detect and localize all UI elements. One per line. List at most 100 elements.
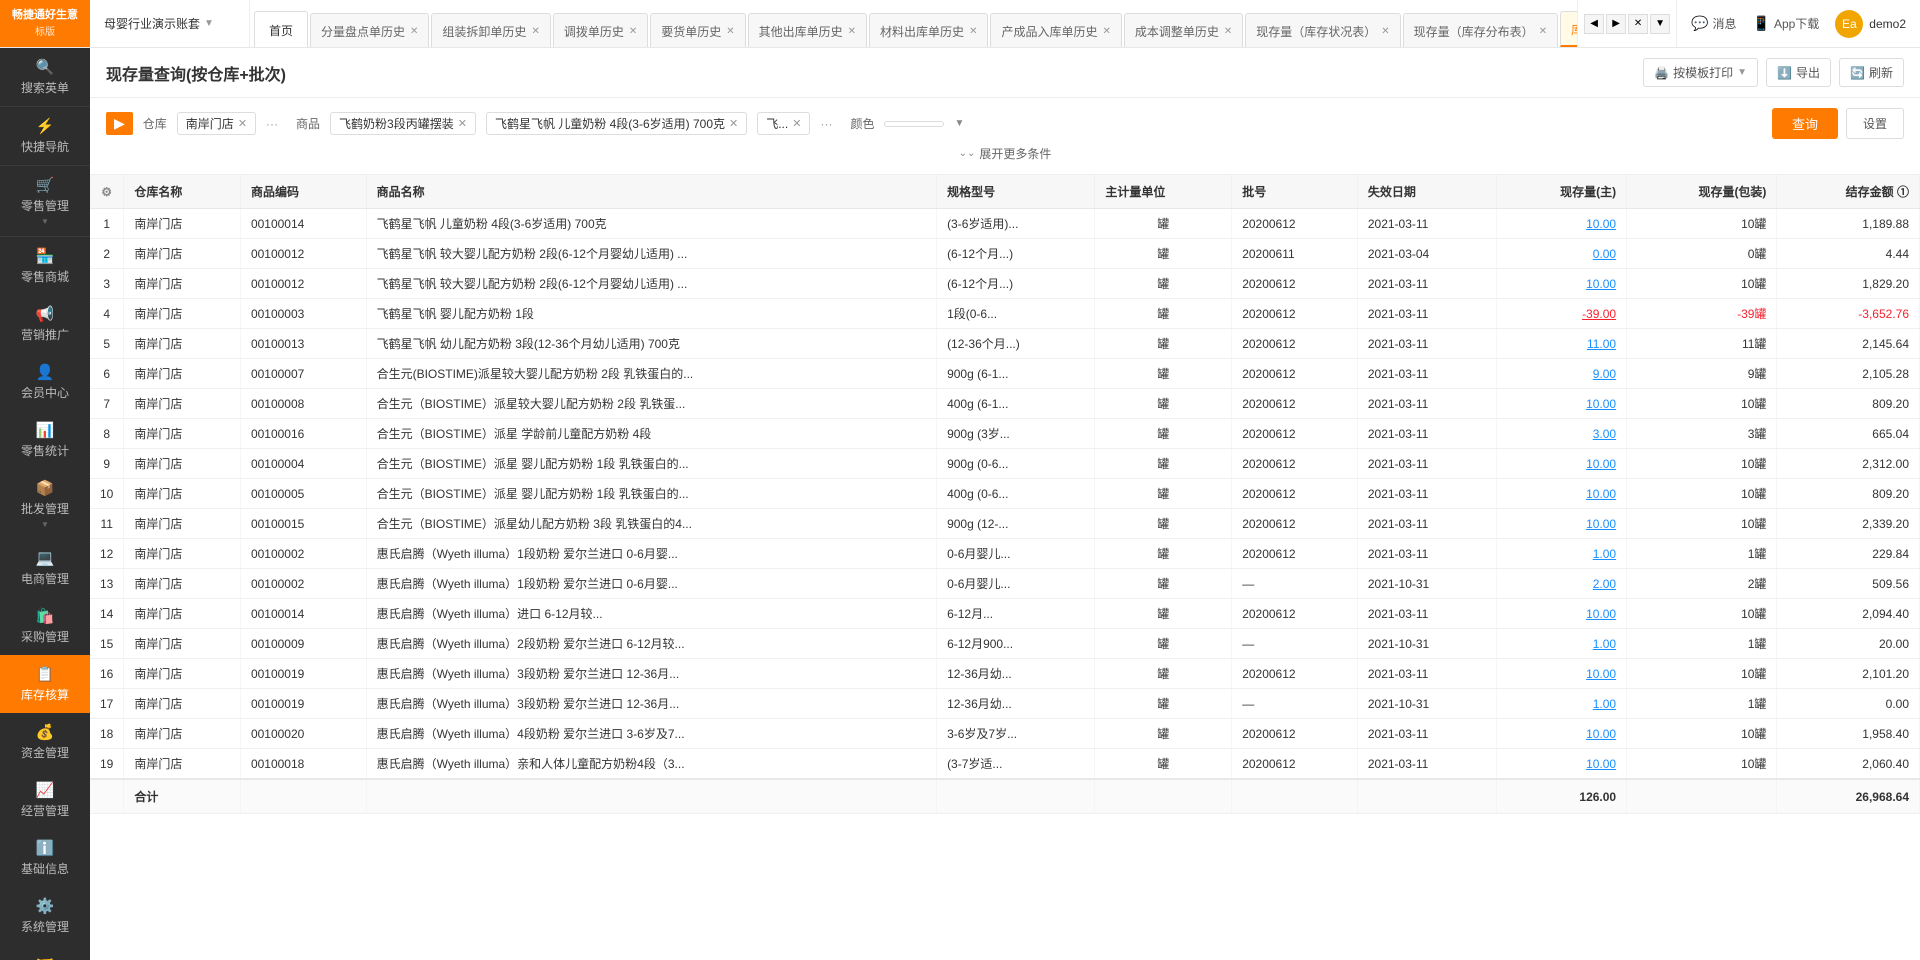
product-tag-1[interactable]: 飞鹤奶粉3段丙罐摆装 ✕ <box>330 112 476 135</box>
settings-icon[interactable]: ⚙ <box>101 185 112 199</box>
cell-unit: 罐 <box>1095 329 1232 359</box>
col-warehouse: 仓库名称 <box>124 175 241 209</box>
tab-cailiao[interactable]: 材料出库单历史 ✕ <box>869 13 988 47</box>
sidebar-item-operations[interactable]: 📈 经营管理 <box>0 771 90 829</box>
sidebar-item-finance[interactable]: 💰 资金管理 <box>0 713 90 771</box>
remove-icon[interactable]: ✕ <box>729 117 738 130</box>
refresh-btn[interactable]: 🔄 刷新 <box>1839 58 1904 87</box>
sidebar-item-basicinfo[interactable]: ℹ️ 基础信息 <box>0 829 90 887</box>
sidebar-item-member[interactable]: 👤 会员中心 <box>0 353 90 411</box>
remove-icon[interactable]: ✕ <box>458 117 467 130</box>
cell-expire: 2021-03-11 <box>1357 209 1496 239</box>
sidebar-item-sysadmin[interactable]: ⚙️ 系统管理 <box>0 887 90 945</box>
cell-qty-main[interactable]: 10.00 <box>1497 209 1627 239</box>
tab-scroll-right[interactable]: ▶ <box>1606 14 1626 34</box>
cell-spec: 1段(0-6... <box>937 299 1095 329</box>
template-print-btn[interactable]: 🖨️ 按模板打印 ▼ <box>1643 58 1758 87</box>
product-tag-3[interactable]: 飞... ✕ <box>757 112 810 135</box>
sidebar-item-retail-mall[interactable]: 🏪 零售商城 <box>0 237 90 295</box>
remove-icon[interactable]: ✕ <box>792 117 801 130</box>
cell-warehouse: 南岸门店 <box>124 419 241 449</box>
expand-more-conditions[interactable]: ⌄⌄ 展开更多条件 <box>106 139 1904 164</box>
cell-qty-main[interactable]: 3.00 <box>1497 419 1627 449</box>
print-icon: 🖨️ <box>1654 66 1669 80</box>
cell-qty-main[interactable]: 10.00 <box>1497 659 1627 689</box>
expand-orange-btn[interactable]: ▶ <box>106 112 133 135</box>
col-settings[interactable]: ⚙ <box>90 175 124 209</box>
sidebar-item-cooperation[interactable]: 🤝 企业协同 <box>0 945 90 960</box>
tab-close-all[interactable]: ✕ <box>1628 14 1648 34</box>
close-icon[interactable]: ✕ <box>410 26 418 37</box>
cell-qty-main[interactable]: 10.00 <box>1497 509 1627 539</box>
table-row: 1 南岸门店 00100014 飞鹤星飞帆 儿童奶粉 4段(3-6岁适用) 70… <box>90 209 1920 239</box>
cell-qty-main[interactable]: 1.00 <box>1497 689 1627 719</box>
product-tag-2[interactable]: 飞鹤星飞帆 儿童奶粉 4段(3-6岁适用) 700克 ✕ <box>486 112 747 135</box>
query-btn[interactable]: 查询 <box>1772 108 1838 139</box>
cell-spec: (3-6岁适用)... <box>937 209 1095 239</box>
cell-unit: 罐 <box>1095 599 1232 629</box>
tab-scroll-left[interactable]: ◀ <box>1584 14 1604 34</box>
cell-qty-main[interactable]: 11.00 <box>1497 329 1627 359</box>
export-label: 导出 <box>1796 64 1820 81</box>
close-icon[interactable]: ✕ <box>848 26 856 37</box>
sidebar-item-search[interactable]: 🔍 搜索英单 <box>0 48 90 107</box>
tab-fenliang[interactable]: 分量盘点单历史 ✕ <box>310 13 429 47</box>
tab-kucunpici[interactable]: 库存批次账 ✕ <box>1560 11 1577 47</box>
sidebar-item-purchase[interactable]: 🛍️ 采购管理 <box>0 597 90 655</box>
tab-chengben[interactable]: 成本调整单历史 ✕ <box>1124 13 1243 47</box>
cell-amount: 20.00 <box>1777 629 1920 659</box>
sidebar-item-quicknav[interactable]: ⚡ 快捷导航 <box>0 107 90 166</box>
cell-qty-main[interactable]: 10.00 <box>1497 749 1627 780</box>
message-btn[interactable]: 💬 消息 <box>1691 15 1736 32</box>
cell-qty-main[interactable]: 10.00 <box>1497 479 1627 509</box>
cell-name: 飞鹤星飞帆 较大婴儿配方奶粉 2段(6-12个月婴幼儿适用) ... <box>366 239 936 269</box>
sidebar-item-ecommerce[interactable]: 💻 电商管理 <box>0 539 90 597</box>
tab-xiancunliang1[interactable]: 现存量（库存状况表） ✕ <box>1245 13 1400 47</box>
cell-qty-main[interactable]: 0.00 <box>1497 239 1627 269</box>
cell-qty-main[interactable]: 10.00 <box>1497 599 1627 629</box>
cell-qty-main[interactable]: 10.00 <box>1497 449 1627 479</box>
close-icon[interactable]: ✕ <box>969 26 977 37</box>
cell-qty-main[interactable]: 2.00 <box>1497 569 1627 599</box>
warehouse-tag[interactable]: 南岸门店 ✕ <box>177 112 256 135</box>
close-icon[interactable]: ✕ <box>1539 26 1547 37</box>
tab-yaohuo[interactable]: 要货单历史 ✕ <box>650 13 745 47</box>
close-icon[interactable]: ✕ <box>1102 26 1110 37</box>
sidebar-item-retail-stats[interactable]: 📊 零售统计 <box>0 411 90 469</box>
settings-btn[interactable]: 设置 <box>1846 108 1904 139</box>
tab-zuhe[interactable]: 组装拆卸单历史 ✕ <box>431 13 550 47</box>
sidebar-item-inventory[interactable]: 📋 库存核算 <box>0 655 90 713</box>
company-selector[interactable]: 母婴行业演示账套 ▼ <box>90 0 250 47</box>
table-row: 11 南岸门店 00100015 合生元（BIOSTIME）派星幼儿配方奶粉 3… <box>90 509 1920 539</box>
cell-qty-main[interactable]: 10.00 <box>1497 719 1627 749</box>
sidebar-item-marketing[interactable]: 📢 营销推广 <box>0 295 90 353</box>
cell-qty-main[interactable]: 10.00 <box>1497 389 1627 419</box>
cell-qty-main[interactable]: 10.00 <box>1497 269 1627 299</box>
remove-icon[interactable]: ✕ <box>238 117 247 130</box>
tab-expand[interactable]: ▼ <box>1650 14 1670 34</box>
close-icon[interactable]: ✕ <box>629 26 637 37</box>
sidebar-item-retail-management[interactable]: 🛒 零售管理 ▼ <box>0 166 90 237</box>
cell-qty-pack: 0罐 <box>1627 239 1777 269</box>
cell-qty-main[interactable]: 1.00 <box>1497 539 1627 569</box>
cell-qty-main[interactable]: 1.00 <box>1497 629 1627 659</box>
user-profile[interactable]: Ea demo2 <box>1835 10 1906 38</box>
close-icon[interactable]: ✕ <box>726 26 734 37</box>
app-download-btn[interactable]: 📱 App下载 <box>1753 15 1820 32</box>
tab-chanchenpin[interactable]: 产成品入库单历史 ✕ <box>990 13 1121 47</box>
close-icon[interactable]: ✕ <box>531 26 539 37</box>
close-icon[interactable]: ✕ <box>1381 26 1389 37</box>
tab-xiancunliang2[interactable]: 现存量（库存分布表） ✕ <box>1403 13 1558 47</box>
sidebar-item-wholesale[interactable]: 📦 批发管理 ▼ <box>0 469 90 539</box>
color-filter-input[interactable] <box>884 121 944 127</box>
cell-qty-main[interactable]: -39.00 <box>1497 299 1627 329</box>
tab-tiaopai[interactable]: 调拨单历史 ✕ <box>553 13 648 47</box>
tab-qitachuku[interactable]: 其他出库单历史 ✕ <box>748 13 867 47</box>
export-btn[interactable]: ⬇️ 导出 <box>1766 58 1831 87</box>
tab-home[interactable]: 首页 <box>254 11 308 47</box>
cell-qty-main[interactable]: 9.00 <box>1497 359 1627 389</box>
cell-warehouse: 南岸门店 <box>124 239 241 269</box>
close-icon[interactable]: ✕ <box>1224 26 1232 37</box>
color-filter-label: 颜色 <box>850 115 874 132</box>
cell-name: 惠氏启腾（Wyeth illuma）进口 6-12月较... <box>366 599 936 629</box>
